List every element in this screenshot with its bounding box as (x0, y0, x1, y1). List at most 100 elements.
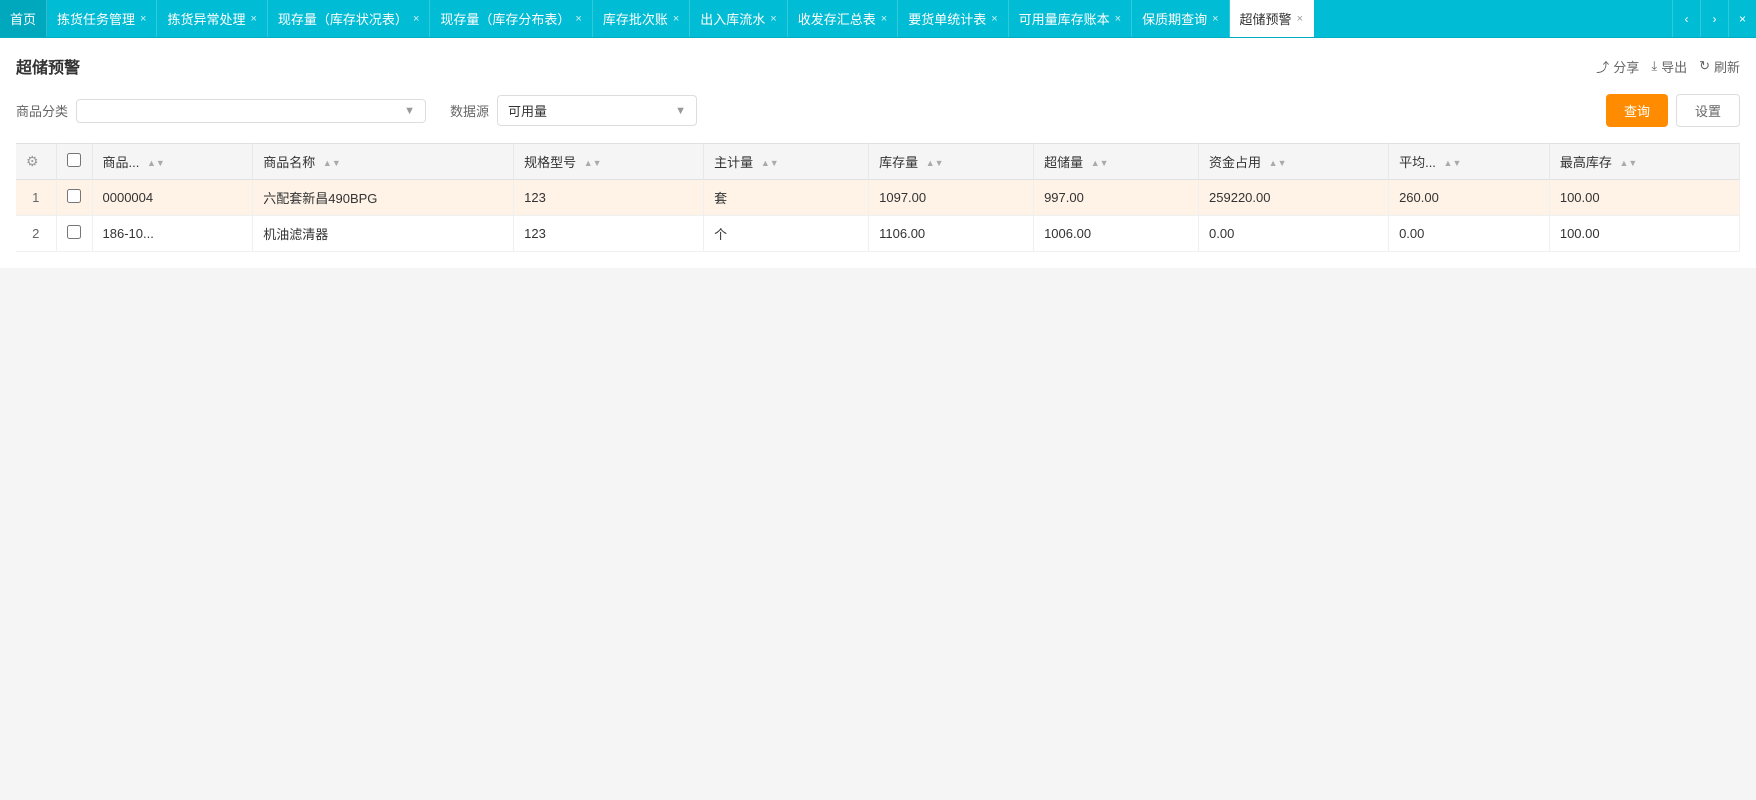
col-capital: 资金占用 ▲▼ (1199, 144, 1389, 180)
col-overstock: 超储量 ▲▼ (1034, 144, 1199, 180)
row-avg-1: 0.00 (1389, 216, 1550, 252)
category-label: 商品分类 (16, 101, 68, 120)
close-batch-account[interactable]: × (673, 13, 679, 25)
col-avg: 平均... ▲▼ (1389, 144, 1550, 180)
top-nav: 首页 拣货任务管理 × 拣货异常处理 × 现存量（库存状况表） × 现存量（库存… (0, 0, 1756, 38)
col-maxstock: 最高库存 ▲▼ (1549, 144, 1739, 180)
nav-demand-stats[interactable]: 要货单统计表 × (898, 0, 1008, 38)
page-header: 超储预警 ⤴ 分享 ⤓ 导出 ↻ 刷新 (16, 54, 1740, 78)
refresh-icon: ↻ (1699, 58, 1710, 74)
nav-overstock-warning[interactable]: 超储预警 × (1230, 0, 1314, 38)
row-capital-1: 0.00 (1199, 216, 1389, 252)
table-row: 1 0000004 六配套新昌490BPG 123 套 1097.00 997.… (16, 180, 1740, 216)
close-available-account[interactable]: × (1115, 13, 1121, 25)
row-overstock-0: 997.00 (1034, 180, 1199, 216)
row-num-1: 2 (16, 216, 56, 252)
nav-pick-task[interactable]: 拣货任务管理 × (47, 0, 157, 38)
nav-receipt-summary[interactable]: 收发存汇总表 × (788, 0, 898, 38)
share-icon: ⤴ (1596, 57, 1609, 76)
row-capital-0: 259220.00 (1199, 180, 1389, 216)
close-pick-task[interactable]: × (140, 13, 146, 25)
row-code-0: 0000004 (92, 180, 253, 216)
close-receipt-summary[interactable]: × (881, 13, 887, 25)
nav-pick-abnormal[interactable]: 拣货异常处理 × (157, 0, 267, 38)
row-overstock-1: 1006.00 (1034, 216, 1199, 252)
sort-maxstock-icon[interactable]: ▲▼ (1619, 159, 1637, 168)
col-stock: 库存量 ▲▼ (869, 144, 1034, 180)
export-icon: ⤓ (1651, 58, 1657, 74)
row-stock-1: 1106.00 (869, 216, 1034, 252)
datasource-filter: 数据源 可用量 ▼ (450, 95, 697, 126)
close-pick-abnormal[interactable]: × (250, 13, 256, 25)
row-avg-0: 260.00 (1389, 180, 1550, 216)
row-spec-1: 123 (514, 216, 704, 252)
datasource-select[interactable]: 可用量 ▼ (497, 95, 697, 126)
row-spec-0: 123 (514, 180, 704, 216)
sort-unit-icon[interactable]: ▲▼ (761, 159, 779, 168)
row-name-0: 六配套新昌490BPG (253, 180, 514, 216)
close-inout-flow[interactable]: × (770, 13, 776, 25)
nav-inventory-dist[interactable]: 现存量（库存分布表） × (430, 0, 592, 38)
sort-stock-icon[interactable]: ▲▼ (926, 159, 944, 168)
select-all-checkbox[interactable] (67, 153, 81, 167)
page-title: 超储预警 (16, 54, 80, 78)
row-select-0[interactable] (67, 189, 81, 203)
sort-avg-icon[interactable]: ▲▼ (1444, 159, 1462, 168)
row-unit-1: 个 (704, 216, 869, 252)
row-maxstock-0: 100.00 (1549, 180, 1739, 216)
close-inventory-dist[interactable]: × (575, 13, 581, 25)
main-content: 超储预警 ⤴ 分享 ⤓ 导出 ↻ 刷新 商品分类 ▼ 数据源 (0, 38, 1756, 268)
col-settings: ⚙ (16, 144, 56, 180)
header-actions: ⤴ 分享 ⤓ 导出 ↻ 刷新 (1596, 57, 1740, 76)
sort-name-icon[interactable]: ▲▼ (323, 159, 341, 168)
action-buttons: 查询 设置 (1606, 94, 1740, 127)
datasource-label: 数据源 (450, 101, 489, 120)
table-settings-icon[interactable]: ⚙ (26, 153, 39, 169)
query-button[interactable]: 查询 (1606, 94, 1668, 127)
col-name: 商品名称 ▲▼ (253, 144, 514, 180)
share-button[interactable]: ⤴ 分享 (1596, 57, 1639, 76)
nav-inventory-status[interactable]: 现存量（库存状况表） × (268, 0, 430, 38)
table-row: 2 186-10... 机油滤清器 123 个 1106.00 1006.00 … (16, 216, 1740, 252)
row-name-1: 机油滤清器 (253, 216, 514, 252)
nav-next-arrow[interactable]: › (1700, 0, 1728, 38)
row-code-1: 186-10... (92, 216, 253, 252)
datasource-value: 可用量 (508, 101, 547, 120)
close-overstock-warning[interactable]: × (1297, 13, 1303, 25)
row-checkbox-0 (56, 180, 92, 216)
nav-quality-check[interactable]: 保质期查询 × (1132, 0, 1229, 38)
col-unit: 主计量 ▲▼ (704, 144, 869, 180)
close-quality-check[interactable]: × (1212, 13, 1218, 25)
category-chevron-icon: ▼ (404, 105, 415, 117)
nav-inout-flow[interactable]: 出入库流水 × (690, 0, 787, 38)
sort-overstock-icon[interactable]: ▲▼ (1091, 159, 1109, 168)
row-unit-0: 套 (704, 180, 869, 216)
settings-button[interactable]: 设置 (1676, 94, 1740, 127)
sort-capital-icon[interactable]: ▲▼ (1269, 159, 1287, 168)
export-button[interactable]: ⤓ 导出 (1651, 57, 1687, 76)
col-checkbox (56, 144, 92, 180)
datasource-chevron-icon: ▼ (675, 105, 686, 117)
nav-prev-arrow[interactable]: ‹ (1672, 0, 1700, 38)
nav-arrows: ‹ › × (1672, 0, 1756, 38)
table-header-row: ⚙ 商品... ▲▼ 商品名称 ▲▼ 规格型号 ▲▼ 主计 (16, 144, 1740, 180)
nav-home[interactable]: 首页 (0, 0, 47, 38)
row-checkbox-1 (56, 216, 92, 252)
nav-available-account[interactable]: 可用量库存账本 × (1009, 0, 1132, 38)
close-demand-stats[interactable]: × (991, 13, 997, 25)
row-stock-0: 1097.00 (869, 180, 1034, 216)
nav-batch-account[interactable]: 库存批次账 × (593, 0, 690, 38)
data-table: ⚙ 商品... ▲▼ 商品名称 ▲▼ 规格型号 ▲▼ 主计 (16, 143, 1740, 252)
sort-code-icon[interactable]: ▲▼ (147, 159, 165, 168)
col-code: 商品... ▲▼ (92, 144, 253, 180)
col-spec: 规格型号 ▲▼ (514, 144, 704, 180)
row-select-1[interactable] (67, 225, 81, 239)
row-maxstock-1: 100.00 (1549, 216, 1739, 252)
category-select[interactable]: ▼ (76, 99, 426, 123)
sort-spec-icon[interactable]: ▲▼ (584, 159, 602, 168)
refresh-button[interactable]: ↻ 刷新 (1699, 57, 1740, 76)
filter-row: 商品分类 ▼ 数据源 可用量 ▼ 查询 设置 (16, 94, 1740, 127)
row-num-0: 1 (16, 180, 56, 216)
nav-close-arrow[interactable]: × (1728, 0, 1756, 38)
close-inventory-status[interactable]: × (413, 13, 419, 25)
